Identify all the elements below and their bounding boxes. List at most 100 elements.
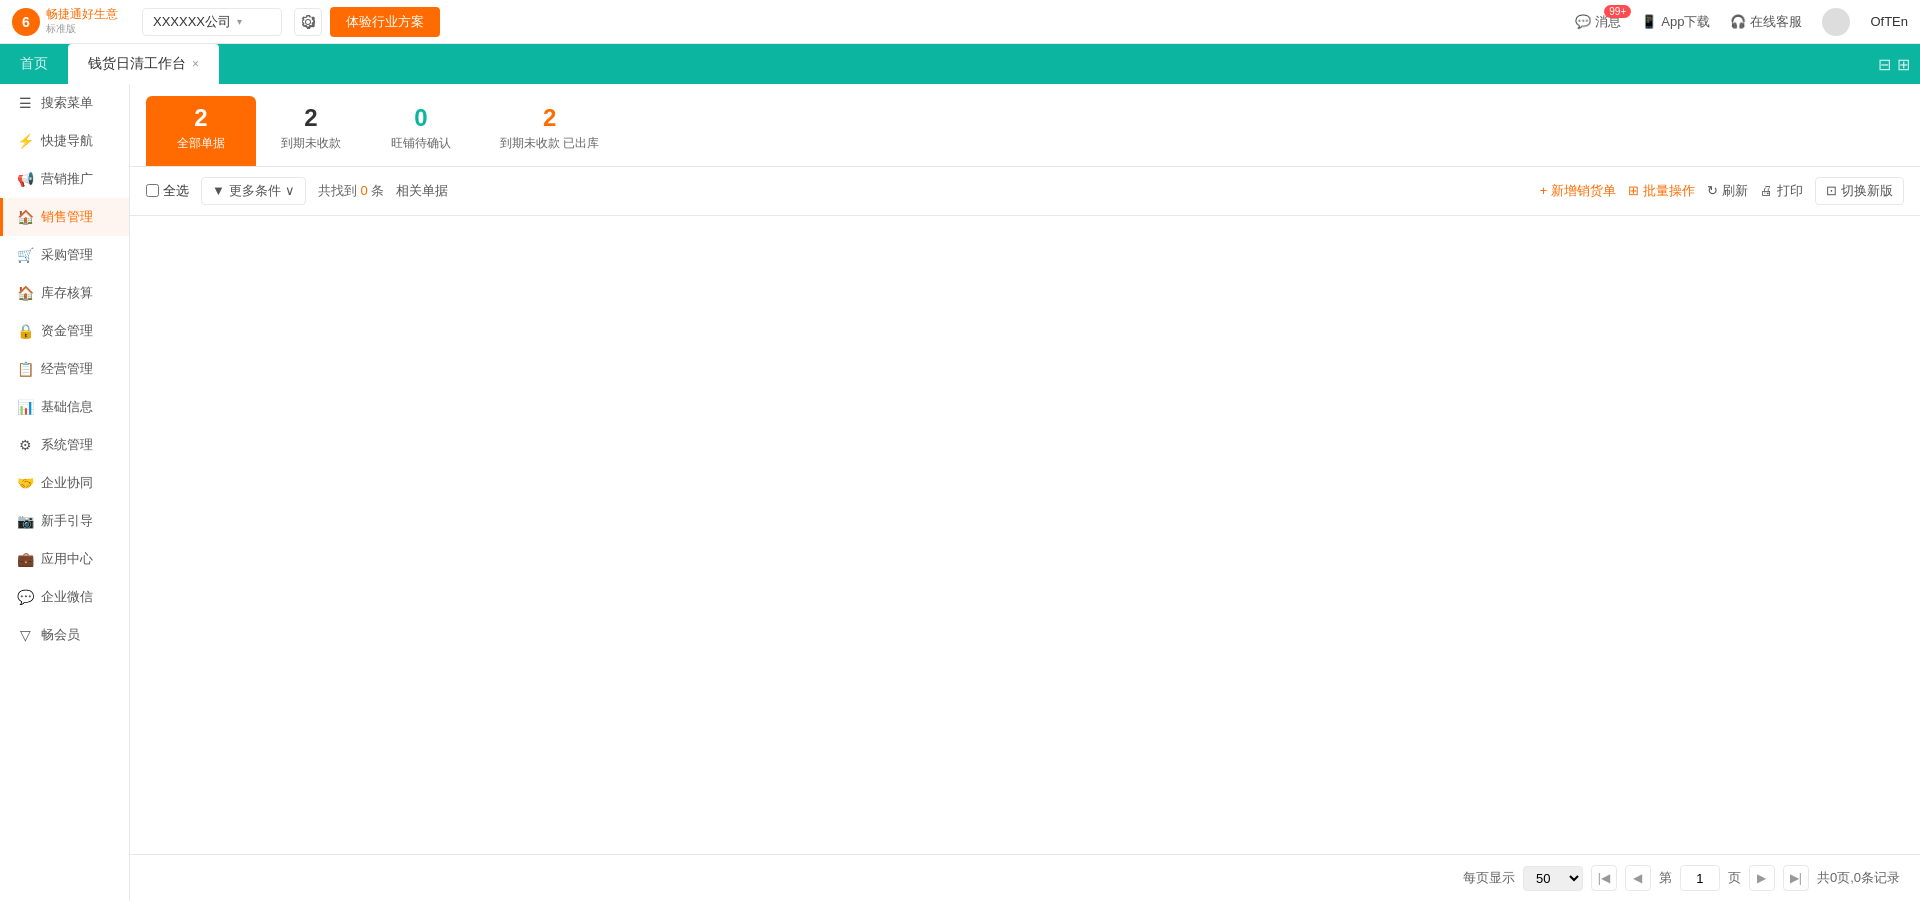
tab-home[interactable]: 首页	[0, 44, 68, 84]
user-avatar[interactable]	[1822, 8, 1850, 36]
stat-tab-all[interactable]: 2 全部单据	[146, 96, 256, 166]
sidebar-item-sales[interactable]: 🏠 销售管理	[0, 198, 129, 236]
page-size-select[interactable]: 50 100 200	[1523, 866, 1583, 891]
select-all-checkbox[interactable]: 全选	[146, 182, 189, 200]
filter-button[interactable]: ▼ 更多条件 ∨	[201, 177, 306, 205]
related-records-button[interactable]: 相关单据	[396, 182, 448, 200]
settings-button[interactable]	[294, 8, 322, 36]
purchase-icon: 🛒	[17, 247, 33, 263]
app-download-label: App下载	[1661, 13, 1710, 31]
stat-count-all: 2	[170, 104, 232, 133]
logo-text: 畅捷通好生意	[46, 7, 118, 23]
sidebar-item-wechat[interactable]: 💬 企业微信	[0, 578, 129, 616]
page-size-label: 每页显示	[1463, 869, 1515, 887]
marketing-icon: 📢	[17, 171, 33, 187]
sidebar-item-search-menu[interactable]: ☰ 搜索菜单	[0, 84, 129, 122]
sidebar-item-marketing[interactable]: 📢 营销推广	[0, 160, 129, 198]
minimize-icon[interactable]: ⊟	[1878, 55, 1891, 74]
sidebar-item-app-center[interactable]: 💼 应用中心	[0, 540, 129, 578]
user-name: OfTEn	[1870, 14, 1908, 29]
download-icon: 📱	[1641, 14, 1657, 29]
sidebar-item-inventory[interactable]: 🏠 库存核算	[0, 274, 129, 312]
header-actions: 体验行业方案	[294, 7, 440, 37]
member-icon: ▽	[17, 627, 33, 643]
page-number-input[interactable]: 1	[1680, 865, 1720, 891]
sidebar-item-quick-nav[interactable]: ⚡ 快捷导航	[0, 122, 129, 160]
batch-label: 批量操作	[1643, 182, 1695, 200]
logo-sub: 标准版	[46, 22, 118, 36]
stat-label-all: 全部单据	[170, 135, 232, 152]
inventory-icon: 🏠	[17, 285, 33, 301]
cooperation-icon: 🤝	[17, 475, 33, 491]
sidebar-item-system[interactable]: ⚙ 系统管理	[0, 426, 129, 464]
nav-tabs-bar: 首页 钱货日清工作台 × ⊟ ⊞	[0, 44, 1920, 84]
sidebar-label-wechat: 企业微信	[41, 588, 93, 606]
sidebar-label-marketing: 营销推广	[41, 170, 93, 188]
last-page-button[interactable]: ▶|	[1783, 865, 1809, 891]
sidebar-item-cooperation[interactable]: 🤝 企业协同	[0, 464, 129, 502]
message-badge: 99+	[1604, 5, 1631, 18]
print-label: 打印	[1777, 182, 1803, 200]
sales-icon: 🏠	[17, 209, 33, 225]
sidebar-item-basic-info[interactable]: 📊 基础信息	[0, 388, 129, 426]
sidebar-label-system: 系统管理	[41, 436, 93, 454]
message-icon: 💬	[1575, 14, 1591, 29]
sidebar-label-search-menu: 搜索菜单	[41, 94, 93, 112]
sidebar-label-cooperation: 企业协同	[41, 474, 93, 492]
app-center-icon: 💼	[17, 551, 33, 567]
experience-button[interactable]: 体验行业方案	[330, 7, 440, 37]
sidebar-label-inventory: 库存核算	[41, 284, 93, 302]
nav-tab-actions: ⊟ ⊞	[1878, 55, 1920, 74]
sidebar-item-member[interactable]: ▽ 畅会员	[0, 616, 129, 654]
found-prefix: 共找到	[318, 183, 357, 198]
sidebar-item-purchase[interactable]: 🛒 采购管理	[0, 236, 129, 274]
main-content: 2 全部单据 2 到期未收款 0 旺铺待确认 2 到期未收款 已出库	[130, 84, 1920, 901]
select-all-input[interactable]	[146, 184, 159, 197]
next-page-button[interactable]: ▶	[1749, 865, 1775, 891]
first-page-button[interactable]: |◀	[1591, 865, 1617, 891]
sidebar-item-operations[interactable]: 📋 经营管理	[0, 350, 129, 388]
sidebar: ☰ 搜索菜单 ⚡ 快捷导航 📢 营销推广 🏠 销售管理 🛒 采购管理 🏠 库存核…	[0, 84, 130, 901]
tab-close-icon[interactable]: ×	[192, 57, 199, 71]
company-selector[interactable]: XXXXXX公司 ▾	[142, 8, 282, 36]
print-button[interactable]: 🖨 打印	[1760, 182, 1803, 200]
sidebar-label-member: 畅会员	[41, 626, 80, 644]
sidebar-label-basic-info: 基础信息	[41, 398, 93, 416]
message-item[interactable]: 💬 消息 99+	[1575, 13, 1621, 31]
page-label: 第	[1659, 869, 1672, 887]
refresh-button[interactable]: ↻ 刷新	[1707, 182, 1748, 200]
page-suffix: 页	[1728, 869, 1741, 887]
app-download-item[interactable]: 📱 App下载	[1641, 13, 1710, 31]
refresh-icon: ↻	[1707, 183, 1718, 198]
batch-operation-button[interactable]: ⊞ 批量操作	[1628, 182, 1695, 200]
stat-tab-shipped[interactable]: 2 到期未收款 已出库	[476, 96, 623, 166]
tab-daily-work[interactable]: 钱货日清工作台 ×	[68, 44, 219, 84]
company-name: XXXXXX公司	[153, 13, 231, 31]
refresh-label: 刷新	[1722, 182, 1748, 200]
sidebar-label-app-center: 应用中心	[41, 550, 93, 568]
switch-icon: ⊡	[1826, 183, 1837, 198]
sidebar-item-guide[interactable]: 📷 新手引导	[0, 502, 129, 540]
tab-home-label: 首页	[20, 55, 48, 73]
basic-info-icon: 📊	[17, 399, 33, 415]
toolbar: 全选 ▼ 更多条件 ∨ 共找到 0 条 相关单据 + 新增销货单 ⊞ 批量操作	[130, 167, 1920, 216]
prev-page-button[interactable]: ◀	[1625, 865, 1651, 891]
expand-icon[interactable]: ⊞	[1897, 55, 1910, 74]
finance-icon: 🔒	[17, 323, 33, 339]
toolbar-right: + 新增销货单 ⊞ 批量操作 ↻ 刷新 🖨 打印 ⊡ 切换新版	[1540, 177, 1904, 205]
stat-label-overdue: 到期未收款	[280, 135, 342, 152]
sidebar-item-finance[interactable]: 🔒 资金管理	[0, 312, 129, 350]
online-service-item[interactable]: 🎧 在线客服	[1730, 13, 1802, 31]
add-sales-order-button[interactable]: + 新增销货单	[1540, 182, 1616, 200]
search-menu-icon: ☰	[17, 95, 33, 111]
chevron-down-icon: ▾	[237, 16, 242, 27]
stat-tab-wangpu[interactable]: 0 旺铺待确认	[366, 96, 476, 166]
wechat-icon: 💬	[17, 589, 33, 605]
stat-tab-overdue[interactable]: 2 到期未收款	[256, 96, 366, 166]
sidebar-label-purchase: 采购管理	[41, 246, 93, 264]
filter-chevron-icon: ∨	[285, 183, 295, 198]
sidebar-label-finance: 资金管理	[41, 322, 93, 340]
header-right: 💬 消息 99+ 📱 App下载 🎧 在线客服 OfTEn	[1575, 8, 1908, 36]
switch-new-version-button[interactable]: ⊡ 切换新版	[1815, 177, 1904, 205]
found-suffix: 条	[371, 183, 384, 198]
